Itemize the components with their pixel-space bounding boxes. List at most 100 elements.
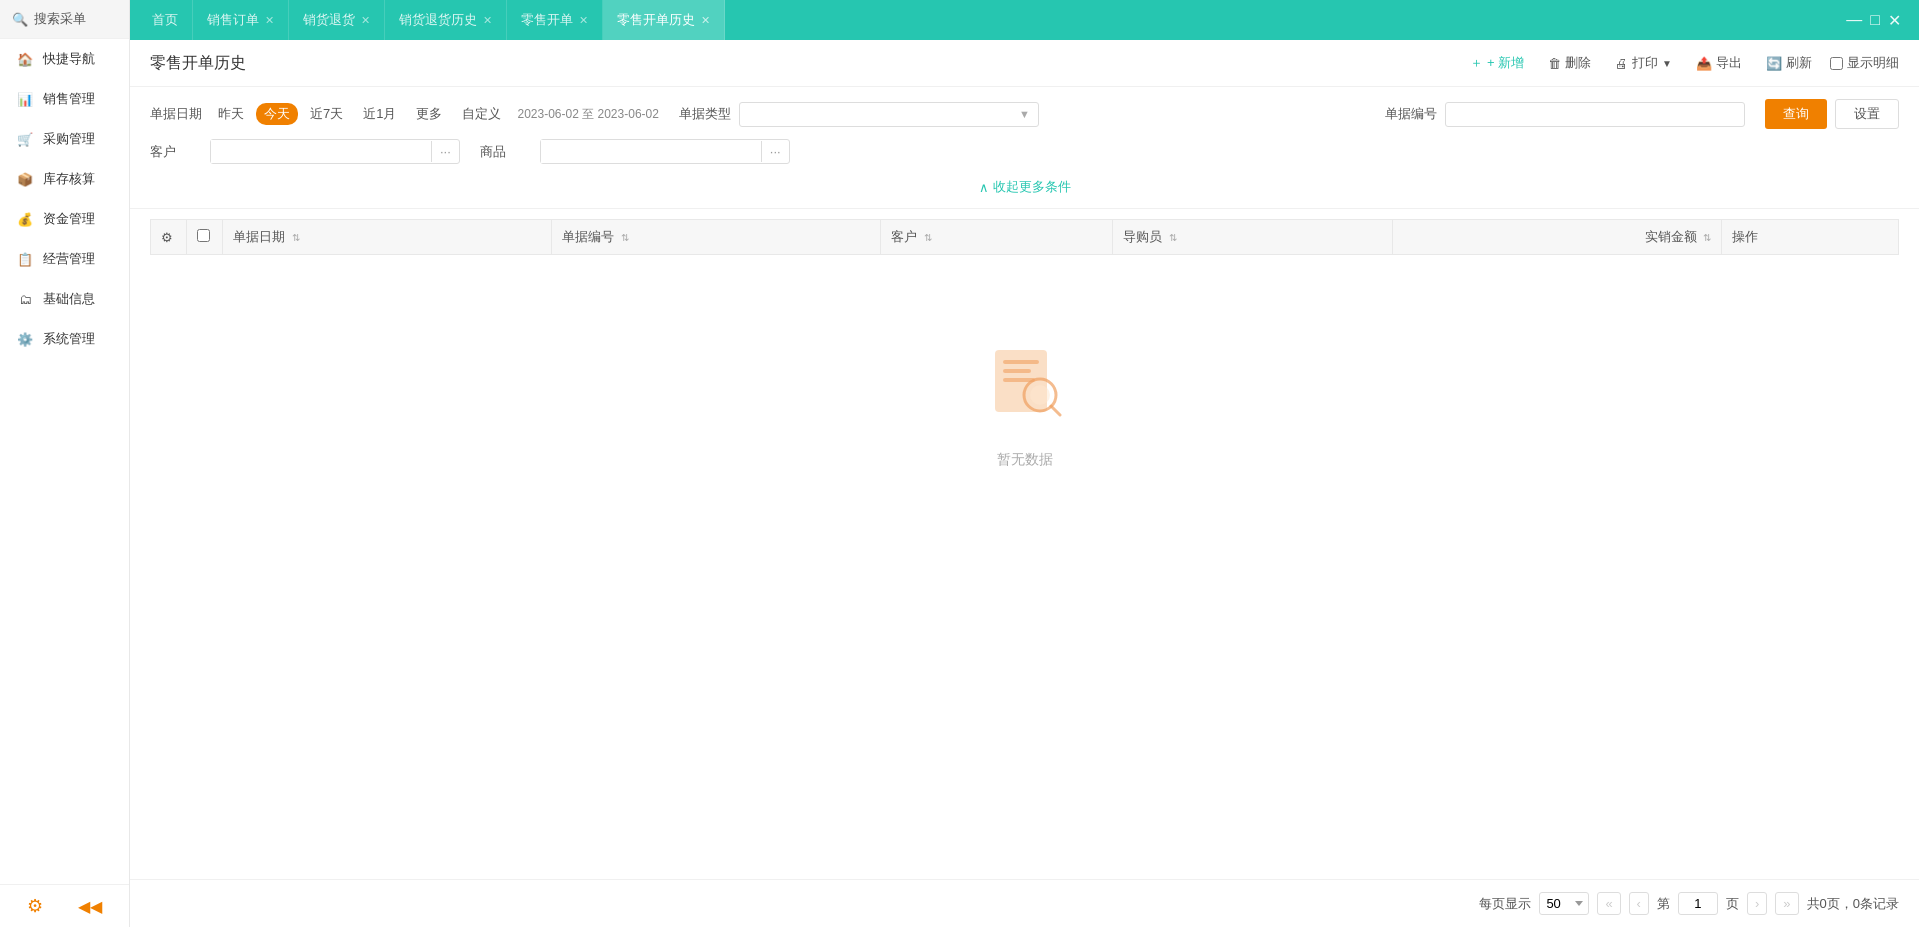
collapse-filter-btn[interactable]: ∧ 收起更多条件 [150,174,1899,196]
th-no[interactable]: 单据编号 ⇅ [552,220,881,255]
minimize-btn[interactable]: — [1846,11,1862,29]
sidebar-search-label: 搜索采单 [34,10,86,28]
filter-row-1: 单据日期 昨天 今天 近7天 近1月 更多 自定义 2023-06-02 至 2… [150,99,1899,129]
show-detail-label: 显示明细 [1847,54,1899,72]
sidebar-bottom: ⚙ ◀◀ [0,884,129,927]
export-button[interactable]: 📤 导出 [1690,50,1748,76]
tab-retail-open-hist-close[interactable]: ✕ [701,14,710,27]
date-opt-1month[interactable]: 近1月 [355,103,404,125]
page-number-input[interactable]: 1 [1678,892,1718,915]
delete-label: 删除 [1565,54,1591,72]
print-icon: 🖨 [1615,56,1628,71]
close-btn[interactable]: ✕ [1888,11,1901,30]
th-date-label: 单据日期 [233,229,285,244]
tab-sales-return-hist[interactable]: 销货退货历史 ✕ [385,0,507,40]
query-button[interactable]: 查询 [1765,99,1827,129]
empty-illustration [975,335,1075,435]
home-icon: 🏠 [15,49,35,69]
first-page-btn[interactable]: « [1597,892,1620,915]
th-date[interactable]: 单据日期 ⇅ [223,220,552,255]
sidebar-item-purchase-mgmt[interactable]: 🛒 采购管理 [0,119,129,159]
tab-sales-order-close[interactable]: ✕ [265,14,274,27]
th-guide[interactable]: 导购员 ⇅ [1112,220,1392,255]
tab-retail-open-hist[interactable]: 零售开单历史 ✕ [603,0,725,40]
sidebar-item-finance[interactable]: 💰 资金管理 [0,199,129,239]
page-total: 共0页，0条记录 [1807,895,1899,913]
export-icon: 📤 [1696,56,1712,71]
add-icon: ＋ [1470,54,1483,72]
svg-rect-2 [1003,369,1031,373]
date-opt-custom[interactable]: 自定义 [454,103,509,125]
tab-retail-open-close[interactable]: ✕ [579,14,588,27]
th-customer-label: 客户 [891,229,917,244]
filter-docno-input[interactable] [1445,102,1745,127]
tab-retail-open-label: 零售开单 [521,11,573,29]
sidebar-item-quick-nav[interactable]: 🏠 快捷导航 [0,39,129,79]
print-button[interactable]: 🖨 打印 ▼ [1609,50,1678,76]
tab-sales-order[interactable]: 销售订单 ✕ [193,0,289,40]
table-area: ⚙ 单据日期 ⇅ 单据编号 ⇅ 客户 [130,209,1919,879]
next-page-btn[interactable]: › [1747,892,1767,915]
sidebar-item-label: 系统管理 [43,330,95,348]
date-opt-today[interactable]: 今天 [256,103,298,125]
filter-goods-ellipsis[interactable]: ··· [761,141,789,162]
tab-home[interactable]: 首页 [138,0,193,40]
settings-bottom-btn[interactable]: ⚙ [27,895,43,917]
add-button[interactable]: ＋ + 新增 [1464,50,1530,76]
show-detail-checkbox[interactable] [1830,57,1843,70]
th-checkbox[interactable] [187,220,223,255]
tab-sales-return[interactable]: 销货退货 ✕ [289,0,385,40]
table-header-row: ⚙ 单据日期 ⇅ 单据编号 ⇅ 客户 [151,220,1899,255]
sort-guide-icon: ⇅ [1169,232,1177,243]
th-guide-label: 导购员 [1123,229,1162,244]
tab-retail-open[interactable]: 零售开单 ✕ [507,0,603,40]
pagination: 每页显示 50 10 20 100 « ‹ 第 1 页 › » 共0页，0条记录 [130,879,1919,927]
sidebar-item-basic-info[interactable]: 🗂 基础信息 [0,279,129,319]
toolbar: ＋ + 新增 🗑 删除 🖨 打印 ▼ 📤 导出 🔄 [1464,50,1899,76]
filter-doctype-item: 单据类型 ▼ [679,102,1365,127]
refresh-button[interactable]: 🔄 刷新 [1760,50,1818,76]
settings-button[interactable]: 设置 [1835,99,1899,129]
filter-doctype-select-wrap: ▼ [739,102,1039,127]
delete-icon: 🗑 [1548,56,1561,71]
per-page-select[interactable]: 50 10 20 100 [1539,892,1589,915]
filter-area: 单据日期 昨天 今天 近7天 近1月 更多 自定义 2023-06-02 至 2… [130,87,1919,209]
date-opt-7days[interactable]: 近7天 [302,103,351,125]
delete-button[interactable]: 🗑 删除 [1542,50,1597,76]
sidebar-search[interactable]: 🔍 搜索采单 [0,0,129,39]
sidebar-item-sys-mgmt[interactable]: ⚙️ 系统管理 [0,319,129,359]
filter-goods-input[interactable] [541,140,761,163]
maximize-btn[interactable]: □ [1870,11,1880,29]
filter-customer-input[interactable] [211,140,431,163]
tab-sales-return-close[interactable]: ✕ [361,14,370,27]
th-amount[interactable]: 实销金额 ⇅ [1393,220,1722,255]
sidebar: 🔍 搜索采单 🏠 快捷导航 📊 销售管理 🛒 采购管理 📦 库存核算 💰 资金管… [0,0,130,927]
tab-sales-return-hist-close[interactable]: ✕ [483,14,492,27]
sort-no-icon: ⇅ [621,232,629,243]
refresh-label: 刷新 [1786,54,1812,72]
collapse-icon: ∧ [979,180,989,195]
filter-doctype-select[interactable] [740,103,1011,126]
tab-home-label: 首页 [152,11,178,29]
sidebar-item-label: 基础信息 [43,290,95,308]
date-opt-yesterday[interactable]: 昨天 [210,103,252,125]
filter-customer-ellipsis[interactable]: ··· [431,141,459,162]
tab-sales-return-label: 销货退货 [303,11,355,29]
sidebar-item-operations[interactable]: 📋 经营管理 [0,239,129,279]
sys-icon: ⚙️ [15,329,35,349]
sidebar-item-sales-mgmt[interactable]: 📊 销售管理 [0,79,129,119]
select-all-checkbox[interactable] [197,229,210,242]
main-area: 首页 销售订单 ✕ 销货退货 ✕ 销货退货历史 ✕ 零售开单 ✕ 零售开单历史 … [130,0,1919,927]
prev-page-btn[interactable]: ‹ [1629,892,1649,915]
collapse-sidebar-btn[interactable]: ◀◀ [78,897,102,916]
show-detail-checkbox-wrap[interactable]: 显示明细 [1830,54,1899,72]
tab-sales-order-label: 销售订单 [207,11,259,29]
th-customer[interactable]: 客户 ⇅ [881,220,1113,255]
sidebar-item-inventory[interactable]: 📦 库存核算 [0,159,129,199]
last-page-btn[interactable]: » [1775,892,1798,915]
date-opt-more[interactable]: 更多 [408,103,450,125]
th-gear[interactable]: ⚙ [151,220,187,255]
per-page-label: 每页显示 [1479,895,1531,913]
operations-icon: 📋 [15,249,35,269]
page-header: 零售开单历史 ＋ + 新增 🗑 删除 🖨 打印 ▼ 📤 导出 [130,40,1919,87]
